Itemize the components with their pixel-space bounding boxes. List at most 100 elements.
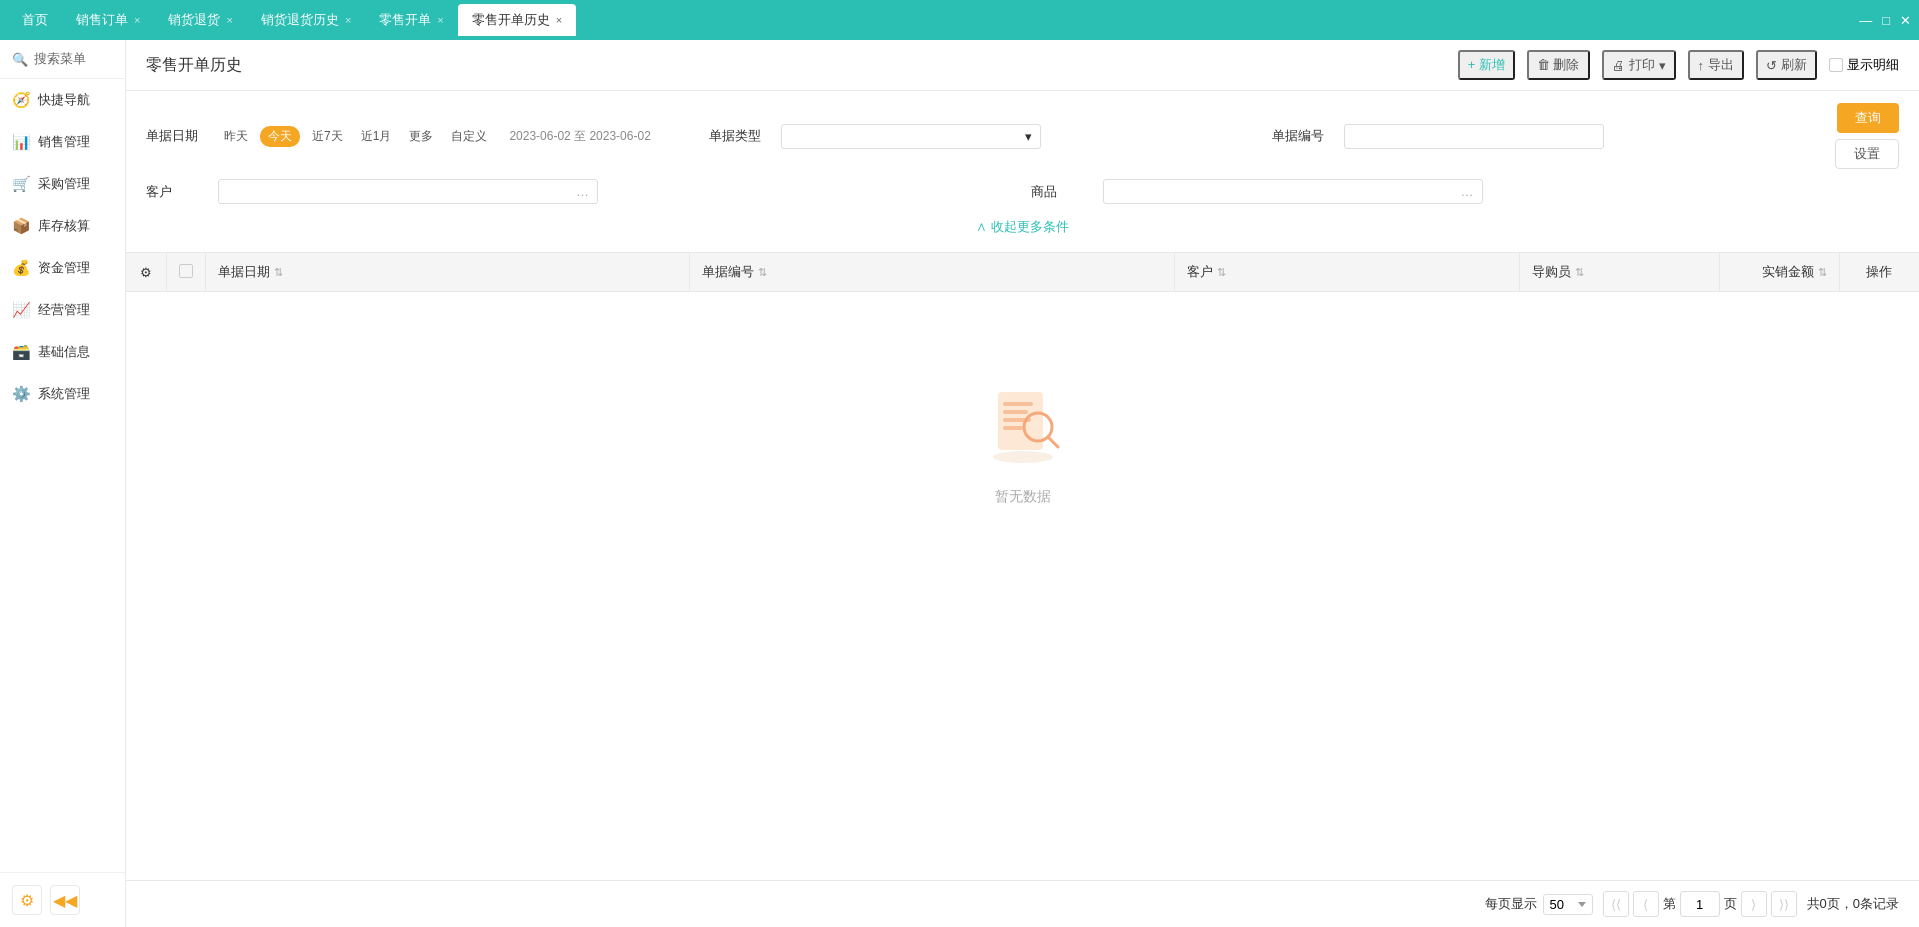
export-label: 导出 xyxy=(1708,56,1734,74)
per-page-dropdown[interactable]: 102050100 xyxy=(1543,894,1593,915)
tab-销货退货[interactable]: 销货退货× xyxy=(154,4,246,36)
filter-area: 单据日期 昨天今天近7天近1月更多自定义 2023-06-02 至 2023-0… xyxy=(126,91,1919,253)
sidebar-item-采购管理[interactable]: 🛒 采购管理 xyxy=(0,163,125,205)
customer-filter-input[interactable]: … xyxy=(218,179,598,204)
page-suffix: 页 xyxy=(1724,895,1737,913)
date-btn-今天[interactable]: 今天 xyxy=(260,126,300,147)
settings-bottom-btn[interactable]: ⚙ xyxy=(12,885,42,915)
sidebar-item-经营管理[interactable]: 📈经营管理 xyxy=(0,289,125,331)
type-filter-label: 单据类型 xyxy=(709,127,769,145)
query-button[interactable]: 查询 xyxy=(1837,103,1899,133)
th-customer[interactable]: 客户 ⇅ xyxy=(1174,253,1519,292)
sidebar-icon: 💰 xyxy=(12,259,30,277)
collapse-button[interactable]: ∧ 收起更多条件 xyxy=(964,214,1081,240)
filter-goods-group: 商品 … xyxy=(1031,179,1900,204)
sidebar-item-资金管理[interactable]: 💰资金管理 xyxy=(0,247,125,289)
table-header-row: ⚙ 单据日期 ⇅ 单据编号 xyxy=(126,253,1919,292)
svg-rect-3 xyxy=(1003,410,1028,414)
type-filter-select[interactable]: ▾ xyxy=(781,124,1041,149)
window-close[interactable]: ✕ xyxy=(1900,13,1911,28)
sidebar-item-库存核算[interactable]: 📦库存核算 xyxy=(0,205,125,247)
sidebar-bottom: ⚙ ◀◀ xyxy=(0,872,125,927)
tab-零售开单历史[interactable]: 零售开单历史× xyxy=(458,4,576,36)
th-billno-sort-icon: ⇅ xyxy=(758,266,767,279)
tab-close-销货退货历史[interactable]: × xyxy=(345,14,351,26)
date-btn-自定义[interactable]: 自定义 xyxy=(445,126,493,147)
tab-销售订单[interactable]: 销售订单× xyxy=(62,4,154,36)
empty-text: 暂无数据 xyxy=(995,488,1051,506)
filter-row-2: 客户 … 商品 … xyxy=(146,179,1899,204)
th-date[interactable]: 单据日期 ⇅ xyxy=(205,253,690,292)
tab-close-零售开单[interactable]: × xyxy=(437,14,443,26)
set-button[interactable]: 设置 xyxy=(1835,139,1899,169)
toolbar: + 新增 🗑 删除 🖨 打印 ▾ ↑ 导出 ↺ 刷新 显示明细 xyxy=(1458,50,1899,80)
page-input[interactable] xyxy=(1680,891,1720,917)
collapse-sidebar-btn[interactable]: ◀◀ xyxy=(50,885,80,915)
filter-row-1: 单据日期 昨天今天近7天近1月更多自定义 2023-06-02 至 2023-0… xyxy=(146,103,1899,169)
sidebar-item-系统管理[interactable]: ⚙️系统管理 xyxy=(0,373,125,415)
display-detail-checkbox[interactable] xyxy=(1829,58,1843,72)
goods-filter-input[interactable]: … xyxy=(1103,179,1483,204)
last-page-btn[interactable]: ⟩⟩ xyxy=(1771,891,1797,917)
export-button[interactable]: ↑ 导出 xyxy=(1688,50,1745,80)
th-guide-label: 导购员 xyxy=(1532,263,1571,281)
display-detail-toggle[interactable]: 显示明细 xyxy=(1829,56,1899,74)
export-icon: ↑ xyxy=(1698,58,1705,73)
sidebar-icon: 🛒 xyxy=(12,175,30,193)
date-btn-近7天[interactable]: 近7天 xyxy=(306,126,349,147)
select-all-checkbox[interactable] xyxy=(179,264,193,278)
main-layout: 🔍 搜索菜单 🧭快捷导航📊销售管理 🛒 采购管理 📦库存核算💰资金管理📈经营管理🗃️基… xyxy=(0,40,1919,927)
sidebar-item-快捷导航[interactable]: 🧭快捷导航 xyxy=(0,79,125,121)
add-button[interactable]: + 新增 xyxy=(1458,50,1515,80)
th-amount-sort-icon: ⇅ xyxy=(1818,266,1827,279)
th-amount[interactable]: 实销金额 ⇅ xyxy=(1719,253,1839,292)
filter-date-group: 单据日期 昨天今天近7天近1月更多自定义 2023-06-02 至 2023-0… xyxy=(146,126,693,147)
print-button[interactable]: 🖨 打印 ▾ xyxy=(1602,50,1676,80)
date-btn-近1月[interactable]: 近1月 xyxy=(355,126,398,147)
table-settings-icon[interactable]: ⚙ xyxy=(140,265,152,280)
window-maximize[interactable]: □ xyxy=(1882,13,1890,28)
sidebar-icon: 📈 xyxy=(12,301,30,319)
tab-close-零售开单历史[interactable]: × xyxy=(556,14,562,26)
sidebar-search[interactable]: 🔍 搜索菜单 xyxy=(0,40,125,79)
sidebar-icon: 🗃️ xyxy=(12,343,30,361)
sidebar-search-label: 搜索菜单 xyxy=(34,50,86,68)
prev-page-btn[interactable]: ⟨ xyxy=(1633,891,1659,917)
svg-line-7 xyxy=(1048,437,1058,447)
table-area: ⚙ 单据日期 ⇅ 单据编号 xyxy=(126,253,1919,880)
page-title: 零售开单历史 xyxy=(146,55,242,76)
tab-零售开单[interactable]: 零售开单× xyxy=(365,4,457,36)
svg-point-0 xyxy=(993,451,1053,463)
goods-dots: … xyxy=(1461,184,1474,199)
first-page-btn[interactable]: ⟨⟨ xyxy=(1603,891,1629,917)
th-action-label: 操作 xyxy=(1866,264,1892,279)
tab-销货退货历史[interactable]: 销货退货历史× xyxy=(247,4,365,36)
th-guide[interactable]: 导购员 ⇅ xyxy=(1519,253,1719,292)
delete-button[interactable]: 🗑 删除 xyxy=(1527,50,1590,80)
sidebar-label: 库存核算 xyxy=(38,217,90,235)
print-icon: 🖨 xyxy=(1612,58,1625,73)
table-settings-th[interactable]: ⚙ xyxy=(126,253,166,292)
refresh-button[interactable]: ↺ 刷新 xyxy=(1756,50,1817,80)
sidebar-item-销售管理[interactable]: 📊销售管理 xyxy=(0,121,125,163)
print-dropdown-icon: ▾ xyxy=(1659,58,1666,73)
date-btn-昨天[interactable]: 昨天 xyxy=(218,126,254,147)
window-minimize[interactable]: — xyxy=(1859,13,1872,28)
sidebar: 🔍 搜索菜单 🧭快捷导航📊销售管理 🛒 采购管理 📦库存核算💰资金管理📈经营管理🗃️基… xyxy=(0,40,126,927)
th-billno[interactable]: 单据编号 ⇅ xyxy=(690,253,1175,292)
sidebar-label: 系统管理 xyxy=(38,385,90,403)
customer-dots: … xyxy=(576,184,589,199)
table-checkbox-th[interactable] xyxy=(166,253,205,292)
date-btn-更多[interactable]: 更多 xyxy=(403,126,439,147)
tab-close-销货退货[interactable]: × xyxy=(226,14,232,26)
next-page-btn[interactable]: ⟩ xyxy=(1741,891,1767,917)
svg-rect-5 xyxy=(1003,426,1023,430)
sidebar-label: 采购管理 xyxy=(38,175,90,193)
tab-close-销售订单[interactable]: × xyxy=(134,14,140,26)
sidebar-item-基础信息[interactable]: 🗃️基础信息 xyxy=(0,331,125,373)
per-page-label: 每页显示 xyxy=(1485,895,1537,913)
customer-filter-label: 客户 xyxy=(146,183,206,201)
tab-首页[interactable]: 首页 xyxy=(8,4,62,36)
billno-filter-input[interactable] xyxy=(1344,124,1604,149)
display-detail-label: 显示明细 xyxy=(1847,56,1899,74)
